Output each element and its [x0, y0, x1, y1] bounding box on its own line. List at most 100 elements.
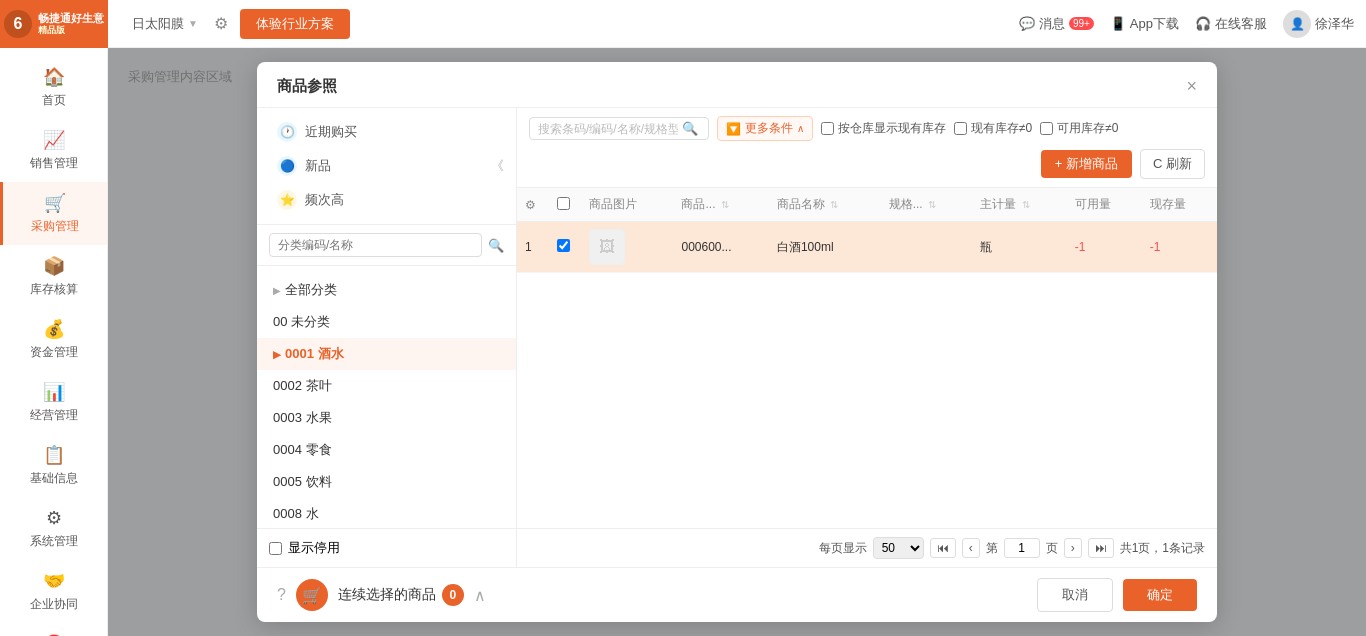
category-item-c0008[interactable]: 0008 水: [257, 498, 516, 528]
messages-btn[interactable]: 💬 消息 99+: [1019, 15, 1094, 33]
category-item-c0005[interactable]: 0005 饮料: [257, 466, 516, 498]
sidebar-label-basic: 基础信息: [30, 470, 78, 487]
sidebar-label-home: 首页: [42, 92, 66, 109]
product-image: 🖼: [589, 229, 625, 265]
logo[interactable]: 6 畅捷通好生意 精品版: [0, 0, 108, 48]
prev-page-button[interactable]: ‹: [962, 538, 980, 558]
sidebar-item-finance[interactable]: 💰 资金管理: [0, 308, 107, 371]
th-unit[interactable]: 主计量 ⇅: [972, 188, 1066, 222]
user-menu[interactable]: 👤 徐泽华: [1283, 10, 1354, 38]
more-filter-button[interactable]: 🔽 更多条件 ∧: [717, 116, 813, 141]
category-label-c0004: 0004 零食: [273, 441, 332, 459]
th-available: 可用量: [1067, 188, 1142, 222]
td-spec: [881, 222, 973, 273]
sidebar-item-collab[interactable]: 🤝 企业协同: [0, 560, 107, 623]
th-checkbox: [549, 188, 581, 222]
refresh-button[interactable]: C 刷新: [1140, 149, 1205, 179]
table-header-row: ⚙ 商品图片 商品... ⇅: [517, 188, 1217, 222]
main-layout: 🏠 首页 📈 销售管理 🛒 采购管理 📦 库存核算 💰 资金管理 📊 经营管理 …: [0, 48, 1366, 636]
filter-label: 更多条件: [745, 120, 793, 137]
last-page-button[interactable]: ⏭: [1088, 538, 1114, 558]
right-panel: 🔍 🔽 更多条件 ∧ 按仓库显示现有库存: [517, 108, 1217, 567]
toolbar: 🔍 🔽 更多条件 ∧ 按仓库显示现有库存: [517, 108, 1217, 188]
existing-stock-option[interactable]: 现有库存≠0: [954, 120, 1032, 137]
page-number-input[interactable]: [1004, 538, 1040, 558]
sidebar-item-business[interactable]: 📊 经营管理: [0, 371, 107, 434]
sidebar-item-basic[interactable]: 📋 基础信息: [0, 434, 107, 497]
product-search-input[interactable]: [538, 122, 678, 136]
sidebar-label-collab: 企业协同: [30, 596, 78, 613]
category-label-c00: 00 未分类: [273, 313, 330, 331]
left-collapse-btn[interactable]: 《: [491, 157, 504, 175]
logo-icon: 6: [4, 10, 32, 38]
category-item-c00[interactable]: 00 未分类: [257, 306, 516, 338]
category-item-all[interactable]: ▶ 全部分类: [257, 274, 516, 306]
category-label-c0002: 0002 茶叶: [273, 377, 332, 395]
row-checkbox[interactable]: [557, 239, 570, 252]
sidebar-item-purchase[interactable]: 🛒 采购管理: [0, 182, 107, 245]
frequent-label: 频次高: [305, 191, 344, 209]
th-name[interactable]: 商品名称 ⇅: [769, 188, 881, 222]
new-products-label: 新品: [305, 157, 331, 175]
home-icon: 🏠: [43, 66, 65, 88]
sidebar-item-guide[interactable]: 🎯 新手引导: [0, 623, 107, 636]
available-stock-checkbox[interactable]: [1040, 122, 1053, 135]
sort-icon-spec: ⇅: [928, 199, 936, 210]
sidebar-item-system[interactable]: ⚙ 系统管理: [0, 497, 107, 560]
trial-button[interactable]: 体验行业方案: [240, 9, 350, 39]
new-icon: 🔵: [277, 156, 297, 176]
sidebar-item-home[interactable]: 🏠 首页: [0, 56, 107, 119]
sidebar-item-stock[interactable]: 📦 库存核算: [0, 245, 107, 308]
app-download-btn[interactable]: 📱 App下载: [1110, 15, 1179, 33]
search-icon[interactable]: 🔍: [682, 121, 698, 136]
td-checkbox[interactable]: [549, 222, 581, 273]
nav-tenant-dropdown[interactable]: 日太阳膜 ▼: [124, 11, 206, 37]
help-icon[interactable]: ?: [277, 586, 286, 604]
recent-purchase-btn[interactable]: 🕐 近期购买: [269, 116, 365, 148]
modal-header: 商品参照 ×: [257, 62, 1217, 108]
table-row[interactable]: 1 🖼 000600... 白酒100ml: [517, 222, 1217, 273]
modal-title: 商品参照: [277, 77, 337, 96]
footer-collapse-icon[interactable]: ∧: [474, 586, 486, 605]
category-search-input[interactable]: [269, 233, 482, 257]
available-stock-option[interactable]: 可用库存≠0: [1040, 120, 1118, 137]
sidebar-label-business: 经营管理: [30, 407, 78, 424]
sidebar-item-sales[interactable]: 📈 销售管理: [0, 119, 107, 182]
new-products-btn[interactable]: 🔵 新品: [269, 150, 365, 182]
category-item-c0004[interactable]: 0004 零食: [257, 434, 516, 466]
by-warehouse-checkbox[interactable]: [821, 122, 834, 135]
frequent-btn[interactable]: ⭐ 频次高: [269, 184, 365, 216]
by-warehouse-option[interactable]: 按仓库显示现有库存: [821, 120, 946, 137]
first-page-button[interactable]: ⏮: [930, 538, 956, 558]
avatar: 👤: [1283, 10, 1311, 38]
th-spec[interactable]: 规格... ⇅: [881, 188, 973, 222]
confirm-button[interactable]: 确定: [1123, 579, 1197, 611]
category-item-c0002[interactable]: 0002 茶叶: [257, 370, 516, 402]
message-badge: 99+: [1069, 17, 1094, 30]
page-size-select[interactable]: 50 10 20 100: [873, 537, 924, 559]
category-search-icon[interactable]: 🔍: [488, 238, 504, 253]
th-code[interactable]: 商品... ⇅: [673, 188, 768, 222]
sort-icon-name: ⇅: [830, 199, 838, 210]
td-no: 1: [517, 222, 549, 273]
settings-icon[interactable]: ⚙: [214, 14, 228, 33]
collab-icon: 🤝: [43, 570, 65, 592]
category-item-c0001[interactable]: ▶ 0001 酒水: [257, 338, 516, 370]
content-area: 采购管理内容区域 商品参照 ×: [108, 48, 1366, 636]
next-page-button[interactable]: ›: [1064, 538, 1082, 558]
th-settings[interactable]: ⚙: [517, 188, 549, 222]
recent-purchase-label: 近期购买: [305, 123, 357, 141]
add-product-button[interactable]: + 新增商品: [1041, 150, 1132, 178]
show-disabled-checkbox[interactable]: [269, 542, 282, 555]
left-panel: 🕐 近期购买 🔵 新品 ⭐ 频次高: [257, 108, 517, 567]
category-item-c0003[interactable]: 0003 水果: [257, 402, 516, 434]
selected-count-area: 连续选择的商品 0: [338, 584, 464, 606]
modal-close-button[interactable]: ×: [1186, 76, 1197, 97]
cancel-button[interactable]: 取消: [1037, 578, 1113, 612]
system-icon: ⚙: [46, 507, 62, 529]
selected-text: 连续选择的商品: [338, 586, 436, 604]
online-service-btn[interactable]: 🎧 在线客服: [1195, 15, 1267, 33]
existing-stock-checkbox[interactable]: [954, 122, 967, 135]
select-all-checkbox[interactable]: [557, 197, 570, 210]
sidebar-label-finance: 资金管理: [30, 344, 78, 361]
